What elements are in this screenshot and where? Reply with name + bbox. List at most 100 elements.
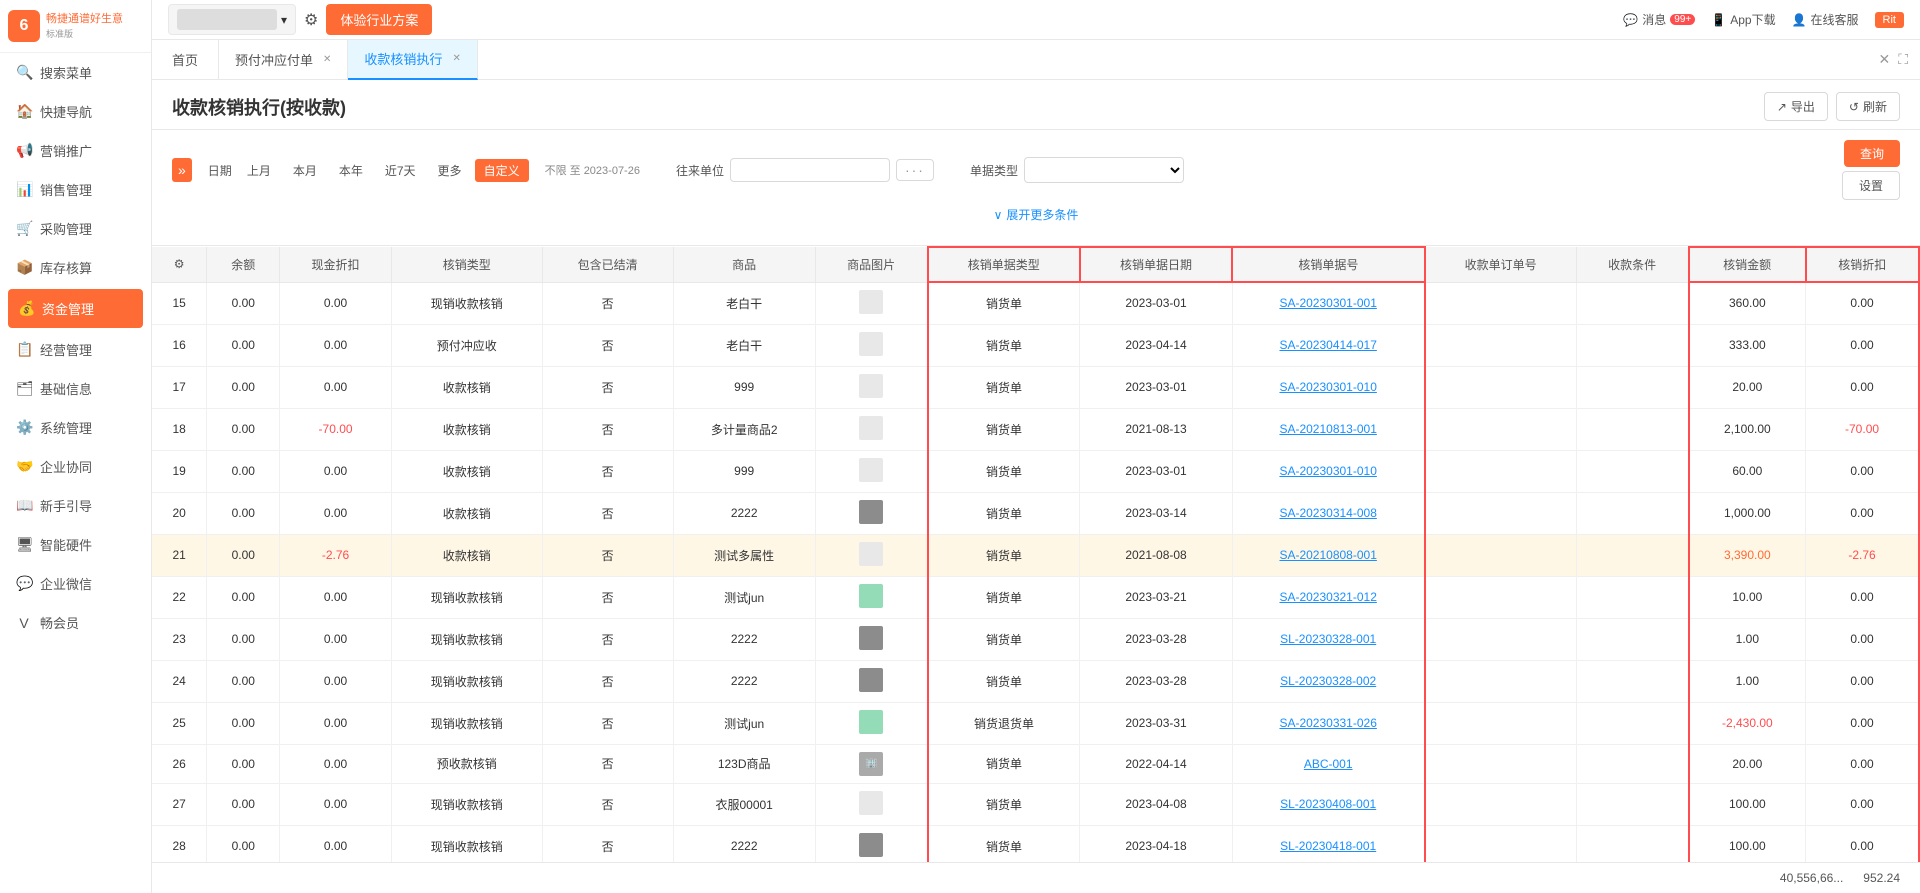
date-btn-more[interactable]: 更多 [429, 159, 471, 182]
cell-include-cleared: 否 [542, 492, 673, 534]
col-header-product: 商品 [673, 247, 815, 282]
date-btn-custom[interactable]: 自定义 [475, 159, 529, 182]
counterparty-more-icon[interactable]: ··· [896, 159, 934, 181]
cell-balance: 0.00 [207, 408, 280, 450]
sidebar-nav: 🔍 搜索菜单 🏠 快捷导航 📢 营销推广 📊 销售管理 🛒 采购管理 📦 库存核… [0, 53, 151, 642]
verify-bill-no-link[interactable]: SL-20230418-001 [1280, 839, 1376, 853]
sidebar-icon-marketing: 📢 [16, 142, 32, 159]
verify-bill-no-link[interactable]: SA-20230301-010 [1279, 464, 1376, 478]
verify-bill-no-link[interactable]: ABC-001 [1304, 757, 1353, 771]
query-button[interactable]: 查询 [1844, 140, 1900, 167]
date-btn-this-month[interactable]: 本月 [284, 159, 326, 182]
sidebar-item-base[interactable]: 🗂 基础信息 [0, 369, 151, 408]
sidebar-item-inventory[interactable]: 📦 库存核算 [0, 248, 151, 287]
sidebar-item-sales[interactable]: 📊 销售管理 [0, 170, 151, 209]
cell-balance: 0.00 [207, 576, 280, 618]
verify-bill-no-link[interactable]: SA-20230314-008 [1279, 506, 1376, 520]
tab-prepay-close-icon[interactable]: ✕ [323, 54, 331, 65]
logo-name: 畅捷通谱好生意 [46, 12, 123, 26]
cell-include-cleared: 否 [542, 660, 673, 702]
cell-balance: 0.00 [207, 450, 280, 492]
cell-cash-discount: 0.00 [280, 660, 392, 702]
cell-verify-type: 预收款核销 [391, 744, 542, 783]
cell-collection-condition [1576, 825, 1689, 862]
table-row: 28 0.00 0.00 现销收款核销 否 2222 销货单 2023-04-1… [152, 825, 1919, 862]
verify-bill-no-link[interactable]: SA-20210808-001 [1279, 548, 1376, 562]
verify-bill-no-link[interactable]: SL-20230408-001 [1280, 797, 1376, 811]
cell-verify-bill-no: SA-20230414-017 [1232, 324, 1425, 366]
tab-maximize-icon[interactable]: ⛶ [1898, 51, 1908, 68]
cell-collection-order-no [1425, 324, 1576, 366]
verify-bill-no-link[interactable]: SA-20230414-017 [1279, 338, 1376, 352]
top-header: ▾ ⚙ 体验行业方案 💬 消息 99+ 📱 App下载 👤 在线客服 Rit [152, 0, 1920, 40]
sidebar-item-purchase[interactable]: 🛒 采购管理 [0, 209, 151, 248]
tab-collection[interactable]: 收款核销执行 ✕ [348, 40, 477, 80]
col-header-balance: 余额 [207, 247, 280, 282]
expand-conditions-button[interactable]: ∨ 展开更多条件 [994, 206, 1079, 223]
table-row: 24 0.00 0.00 现销收款核销 否 2222 销货单 2023-03-2… [152, 660, 1919, 702]
sidebar-label-base: 基础信息 [40, 379, 92, 398]
sidebar-item-member[interactable]: V 畅会员 [0, 603, 151, 642]
sidebar-item-enterprise[interactable]: 🤝 企业协同 [0, 447, 151, 486]
cell-product-img [815, 825, 928, 862]
sidebar-item-system[interactable]: ⚙️ 系统管理 [0, 408, 151, 447]
sidebar-item-guide[interactable]: 📖 新手引导 [0, 486, 151, 525]
cell-verify-bill-type: 销货单 [928, 576, 1080, 618]
cell-verify-bill-date: 2023-04-18 [1080, 825, 1232, 862]
cell-verify-bill-no: SA-20230314-008 [1232, 492, 1425, 534]
settings-gear-icon[interactable]: ⚙ [304, 10, 318, 30]
verify-bill-no-link[interactable]: SA-20230321-012 [1279, 590, 1376, 604]
sidebar-item-hardware[interactable]: 🖥 智能硬件 [0, 525, 151, 564]
date-btn-this-year[interactable]: 本年 [330, 159, 372, 182]
page-title: 收款核销执行(按收款) [172, 94, 346, 120]
cell-collection-condition [1576, 324, 1689, 366]
industry-solution-button[interactable]: 体验行业方案 [326, 4, 432, 35]
online-service-button[interactable]: 👤 在线客服 [1792, 11, 1859, 28]
cell-collection-order-no [1425, 492, 1576, 534]
verify-bill-no-link[interactable]: SA-20210813-001 [1279, 422, 1376, 436]
filter-collapse-button[interactable]: » [172, 158, 192, 182]
messages-button[interactable]: 💬 消息 99+ [1623, 11, 1695, 28]
cell-product-img [815, 783, 928, 825]
refresh-button[interactable]: ↺ 刷新 [1836, 92, 1900, 121]
cell-product-img [815, 702, 928, 744]
app-download-button[interactable]: 📱 App下载 [1711, 11, 1775, 28]
verify-bill-no-link[interactable]: SL-20230328-001 [1280, 632, 1376, 646]
cell-index: 26 [152, 744, 207, 783]
date-btn-last-month[interactable]: 上月 [238, 159, 280, 182]
sidebar-item-finance[interactable]: 💰 资金管理 [8, 289, 143, 328]
tab-home[interactable]: 首页 [152, 40, 219, 80]
sidebar-label-wechat: 企业微信 [40, 574, 92, 593]
sidebar-item-marketing[interactable]: 📢 营销推广 [0, 131, 151, 170]
logo-text-group: 畅捷通谱好生意 标准版 [46, 12, 123, 39]
verify-bill-no-link[interactable]: SA-20230301-001 [1279, 296, 1376, 310]
filter-bar: » 日期 上月 本月 本年 近7天 更多 自定义 不限 至 2023-07-26 [152, 130, 1920, 246]
sidebar-item-operation[interactable]: 📋 经营管理 [0, 330, 151, 369]
cell-verify-bill-type: 销货单 [928, 744, 1080, 783]
workspace-dropdown[interactable]: ▾ [168, 4, 296, 35]
tab-collection-close-icon[interactable]: ✕ [452, 53, 460, 64]
cell-index: 20 [152, 492, 207, 534]
verify-bill-no-link[interactable]: SL-20230328-002 [1280, 674, 1376, 688]
voucher-type-select[interactable] [1024, 157, 1184, 183]
tab-close-window-icon[interactable]: ✕ [1878, 51, 1890, 68]
user-avatar[interactable]: Rit [1875, 12, 1904, 28]
sidebar-item-search[interactable]: 🔍 搜索菜单 [0, 53, 151, 92]
table-row: 21 0.00 -2.76 收款核销 否 测试多属性 销货单 2021-08-0… [152, 534, 1919, 576]
sidebar-item-wechat[interactable]: 💬 企业微信 [0, 564, 151, 603]
date-btn-7days[interactable]: 近7天 [376, 159, 425, 182]
counterparty-input[interactable] [730, 158, 890, 182]
cell-verify-amount: 1.00 [1689, 660, 1806, 702]
settings-button[interactable]: 设置 [1842, 171, 1900, 200]
verify-bill-no-link[interactable]: SA-20230331-026 [1279, 716, 1376, 730]
verify-bill-no-link[interactable]: SA-20230301-010 [1279, 380, 1376, 394]
online-service-label: 在线客服 [1811, 11, 1859, 28]
messages-badge: 99+ [1670, 14, 1695, 25]
tab-prepay[interactable]: 预付冲应付单 ✕ [219, 40, 348, 80]
date-filter-item: 日期 上月 本月 本年 近7天 更多 自定义 [208, 159, 529, 182]
col-header-product-img: 商品图片 [815, 247, 928, 282]
export-button[interactable]: ↗ 导出 [1764, 92, 1828, 121]
sidebar-item-quicknav[interactable]: 🏠 快捷导航 [0, 92, 151, 131]
cell-product-img [815, 408, 928, 450]
table-row: 26 0.00 0.00 预收款核销 否 123D商品 🏢 销货单 2022-0… [152, 744, 1919, 783]
